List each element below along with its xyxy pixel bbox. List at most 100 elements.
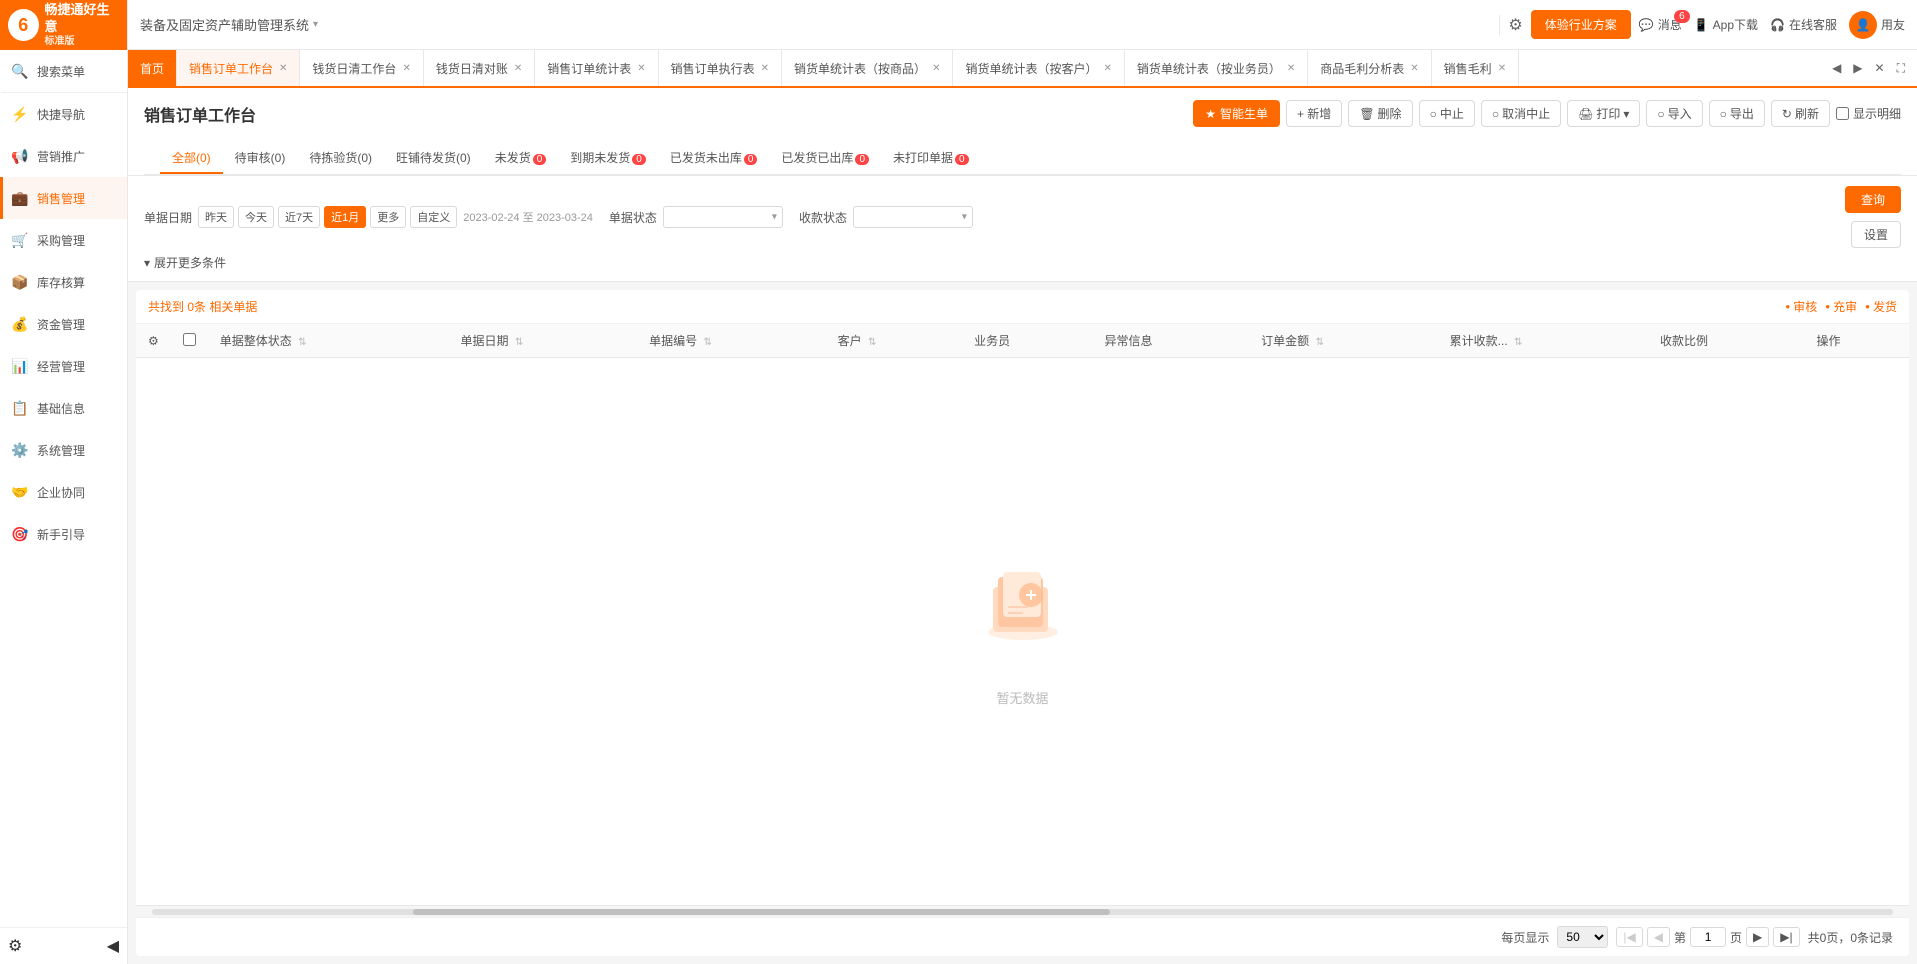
- select-all-checkbox[interactable]: [183, 333, 196, 346]
- tab-sales-exec[interactable]: 销售订单执行表 ✕: [659, 50, 782, 87]
- date-btn-custom[interactable]: 自定义: [410, 206, 457, 228]
- sort-icon[interactable]: ⇅: [703, 337, 711, 348]
- tab-close-icon[interactable]: ✕: [1103, 63, 1111, 74]
- tab-prev-btn[interactable]: ◀: [1828, 59, 1845, 77]
- date-quick-btns: 昨天 今天 近7天 近1月 更多 自定义: [198, 206, 457, 228]
- tab-close-all-btn[interactable]: ✕: [1871, 59, 1889, 77]
- subtab-unshipped[interactable]: 未发货0: [483, 143, 559, 174]
- tab-close-icon[interactable]: ✕: [402, 63, 410, 74]
- sort-icon[interactable]: ⇅: [1315, 337, 1323, 348]
- cancel-review-action-btn[interactable]: 充审: [1825, 298, 1857, 315]
- tab-sales-customer[interactable]: 销货单统计表（按客户） ✕: [953, 50, 1124, 87]
- subtab-wangpu[interactable]: 旺铺待发货(0): [384, 143, 483, 174]
- date-btn-today[interactable]: 今天: [238, 206, 274, 228]
- th-settings[interactable]: ⚙: [136, 324, 171, 358]
- sort-icon[interactable]: ⇅: [868, 337, 876, 348]
- scrollbar-track: [152, 909, 1893, 915]
- sidebar-item-quicknav[interactable]: ⚡ 快捷导航: [0, 93, 127, 135]
- subtab-overdue[interactable]: 到期未发货0: [558, 143, 658, 174]
- print-btn[interactable]: 🖨 打印 ▾: [1567, 100, 1640, 127]
- tab-close-icon[interactable]: ✕: [637, 63, 645, 74]
- tab-close-icon[interactable]: ✕: [932, 63, 940, 74]
- th-checkbox[interactable]: [171, 324, 208, 358]
- tab-sales-margin[interactable]: 销售毛利 ✕: [1432, 50, 1519, 87]
- sort-icon[interactable]: ⇅: [1514, 337, 1522, 348]
- show-detail-checkbox-label[interactable]: 显示明细: [1836, 105, 1901, 122]
- tab-close-icon[interactable]: ✕: [1410, 63, 1418, 74]
- cancel-stop-btn[interactable]: ○ 取消中止: [1481, 100, 1561, 127]
- collapse-icon[interactable]: ◀: [107, 936, 119, 956]
- scrollbar-thumb[interactable]: [413, 909, 1109, 915]
- tab-sales-stat[interactable]: 销售订单统计表 ✕: [535, 50, 658, 87]
- subtab-pending-review[interactable]: 待审核(0): [223, 143, 298, 174]
- sidebar-item-base[interactable]: 📋 基础信息: [0, 387, 127, 429]
- tab-close-icon[interactable]: ✕: [761, 63, 769, 74]
- subtab-all[interactable]: 全部(0): [160, 143, 223, 174]
- subtab-shipped-stockout[interactable]: 已发货已出库0: [769, 143, 881, 174]
- status-select[interactable]: [663, 206, 783, 228]
- expand-more-btn[interactable]: ▾ 展开更多条件: [144, 254, 1901, 271]
- tab-close-icon[interactable]: ✕: [514, 63, 522, 74]
- sidebar-item-search[interactable]: 🔍 搜索菜单: [0, 50, 127, 93]
- page-number-input[interactable]: [1690, 927, 1726, 947]
- sidebar-item-purchase[interactable]: 🛒 采购管理: [0, 219, 127, 261]
- message-btn[interactable]: 💬 消息 6: [1639, 16, 1682, 33]
- page-first-btn[interactable]: |◀: [1616, 927, 1642, 947]
- refresh-btn[interactable]: ↻ 刷新: [1771, 100, 1830, 127]
- page-last-btn[interactable]: ▶|: [1773, 927, 1799, 947]
- sort-icon[interactable]: ⇅: [515, 337, 523, 348]
- ship-action-btn[interactable]: 发货: [1865, 298, 1897, 315]
- tab-sales-product[interactable]: 销货单统计表（按商品） ✕: [782, 50, 953, 87]
- tab-sales-staff[interactable]: 销货单统计表（按业务员） ✕: [1125, 50, 1308, 87]
- sidebar-item-management[interactable]: 📊 经营管理: [0, 345, 127, 387]
- tab-close-icon[interactable]: ✕: [1287, 63, 1295, 74]
- th-total-received: 累计收款... ⇅: [1438, 324, 1648, 358]
- trial-btn[interactable]: 体验行业方案: [1531, 10, 1631, 39]
- add-btn[interactable]: + 新增: [1286, 100, 1342, 127]
- review-action-btn[interactable]: 审核: [1785, 298, 1817, 315]
- date-btn-7days[interactable]: 近7天: [278, 206, 320, 228]
- date-btn-more[interactable]: 更多: [370, 206, 406, 228]
- import-btn[interactable]: ○ 导入: [1646, 100, 1702, 127]
- sidebar-item-inventory[interactable]: 📦 库存核算: [0, 261, 127, 303]
- tab-home[interactable]: 首页: [128, 50, 177, 87]
- sidebar-item-finance[interactable]: 💰 资金管理: [0, 303, 127, 345]
- tab-close-icon[interactable]: ✕: [1498, 63, 1506, 74]
- query-btn[interactable]: 查询: [1845, 186, 1901, 213]
- tab-sales-order[interactable]: 销售订单工作台 ✕: [177, 50, 300, 88]
- settings-icon[interactable]: ⚙: [8, 936, 22, 956]
- date-btn-yesterday[interactable]: 昨天: [198, 206, 234, 228]
- collection-select[interactable]: [853, 206, 973, 228]
- online-service-btn[interactable]: 🎧 在线客服: [1770, 16, 1837, 33]
- user-menu[interactable]: 👤 用友: [1849, 11, 1905, 39]
- sidebar-item-system[interactable]: ⚙️ 系统管理: [0, 429, 127, 471]
- subtab-unprinted[interactable]: 未打印单据0: [881, 143, 981, 174]
- settings-btn[interactable]: ⚙: [1508, 15, 1522, 35]
- page-prev-btn[interactable]: ◀: [1647, 927, 1670, 947]
- tab-margin-analysis[interactable]: 商品毛利分析表 ✕: [1308, 50, 1431, 87]
- subtab-shipped-nostockout[interactable]: 已发货未出库0: [658, 143, 770, 174]
- sidebar-item-guide[interactable]: 🎯 新手引导: [0, 513, 127, 555]
- export-btn[interactable]: ○ 导出: [1709, 100, 1765, 127]
- page-size-select[interactable]: 50 100: [1557, 926, 1608, 948]
- sidebar-item-marketing[interactable]: 📢 营销推广: [0, 135, 127, 177]
- system-title-dropdown[interactable]: 装备及固定资产辅助管理系统 ▾: [140, 15, 318, 34]
- tab-reconcile[interactable]: 钱货日清对账 ✕: [424, 50, 535, 87]
- show-detail-checkbox[interactable]: [1836, 107, 1849, 120]
- page-next-btn[interactable]: ▶: [1746, 927, 1769, 947]
- sidebar-item-collab[interactable]: 🤝 企业协同: [0, 471, 127, 513]
- tab-close-icon[interactable]: ✕: [279, 63, 287, 74]
- set-btn[interactable]: 设置: [1851, 221, 1901, 248]
- app-download-btn[interactable]: 📱 App下载: [1694, 16, 1758, 33]
- sort-icon[interactable]: ⇅: [298, 337, 306, 348]
- stop-btn[interactable]: ○ 中止: [1419, 100, 1475, 127]
- date-btn-1month[interactable]: 近1月: [324, 206, 366, 228]
- smart-create-btn[interactable]: ★ 智能生单: [1193, 100, 1280, 127]
- delete-btn[interactable]: 🗑 删除: [1348, 100, 1412, 127]
- horizontal-scrollbar[interactable]: [136, 905, 1909, 917]
- subtab-pending-pick[interactable]: 待拣验货(0): [297, 143, 384, 174]
- tab-daily-cash[interactable]: 钱货日清工作台 ✕: [300, 50, 423, 87]
- tab-next-btn[interactable]: ▶: [1849, 59, 1866, 77]
- sidebar-item-sales[interactable]: 💼 销售管理: [0, 177, 127, 219]
- tab-fullscreen-btn[interactable]: ⛶: [1893, 59, 1909, 78]
